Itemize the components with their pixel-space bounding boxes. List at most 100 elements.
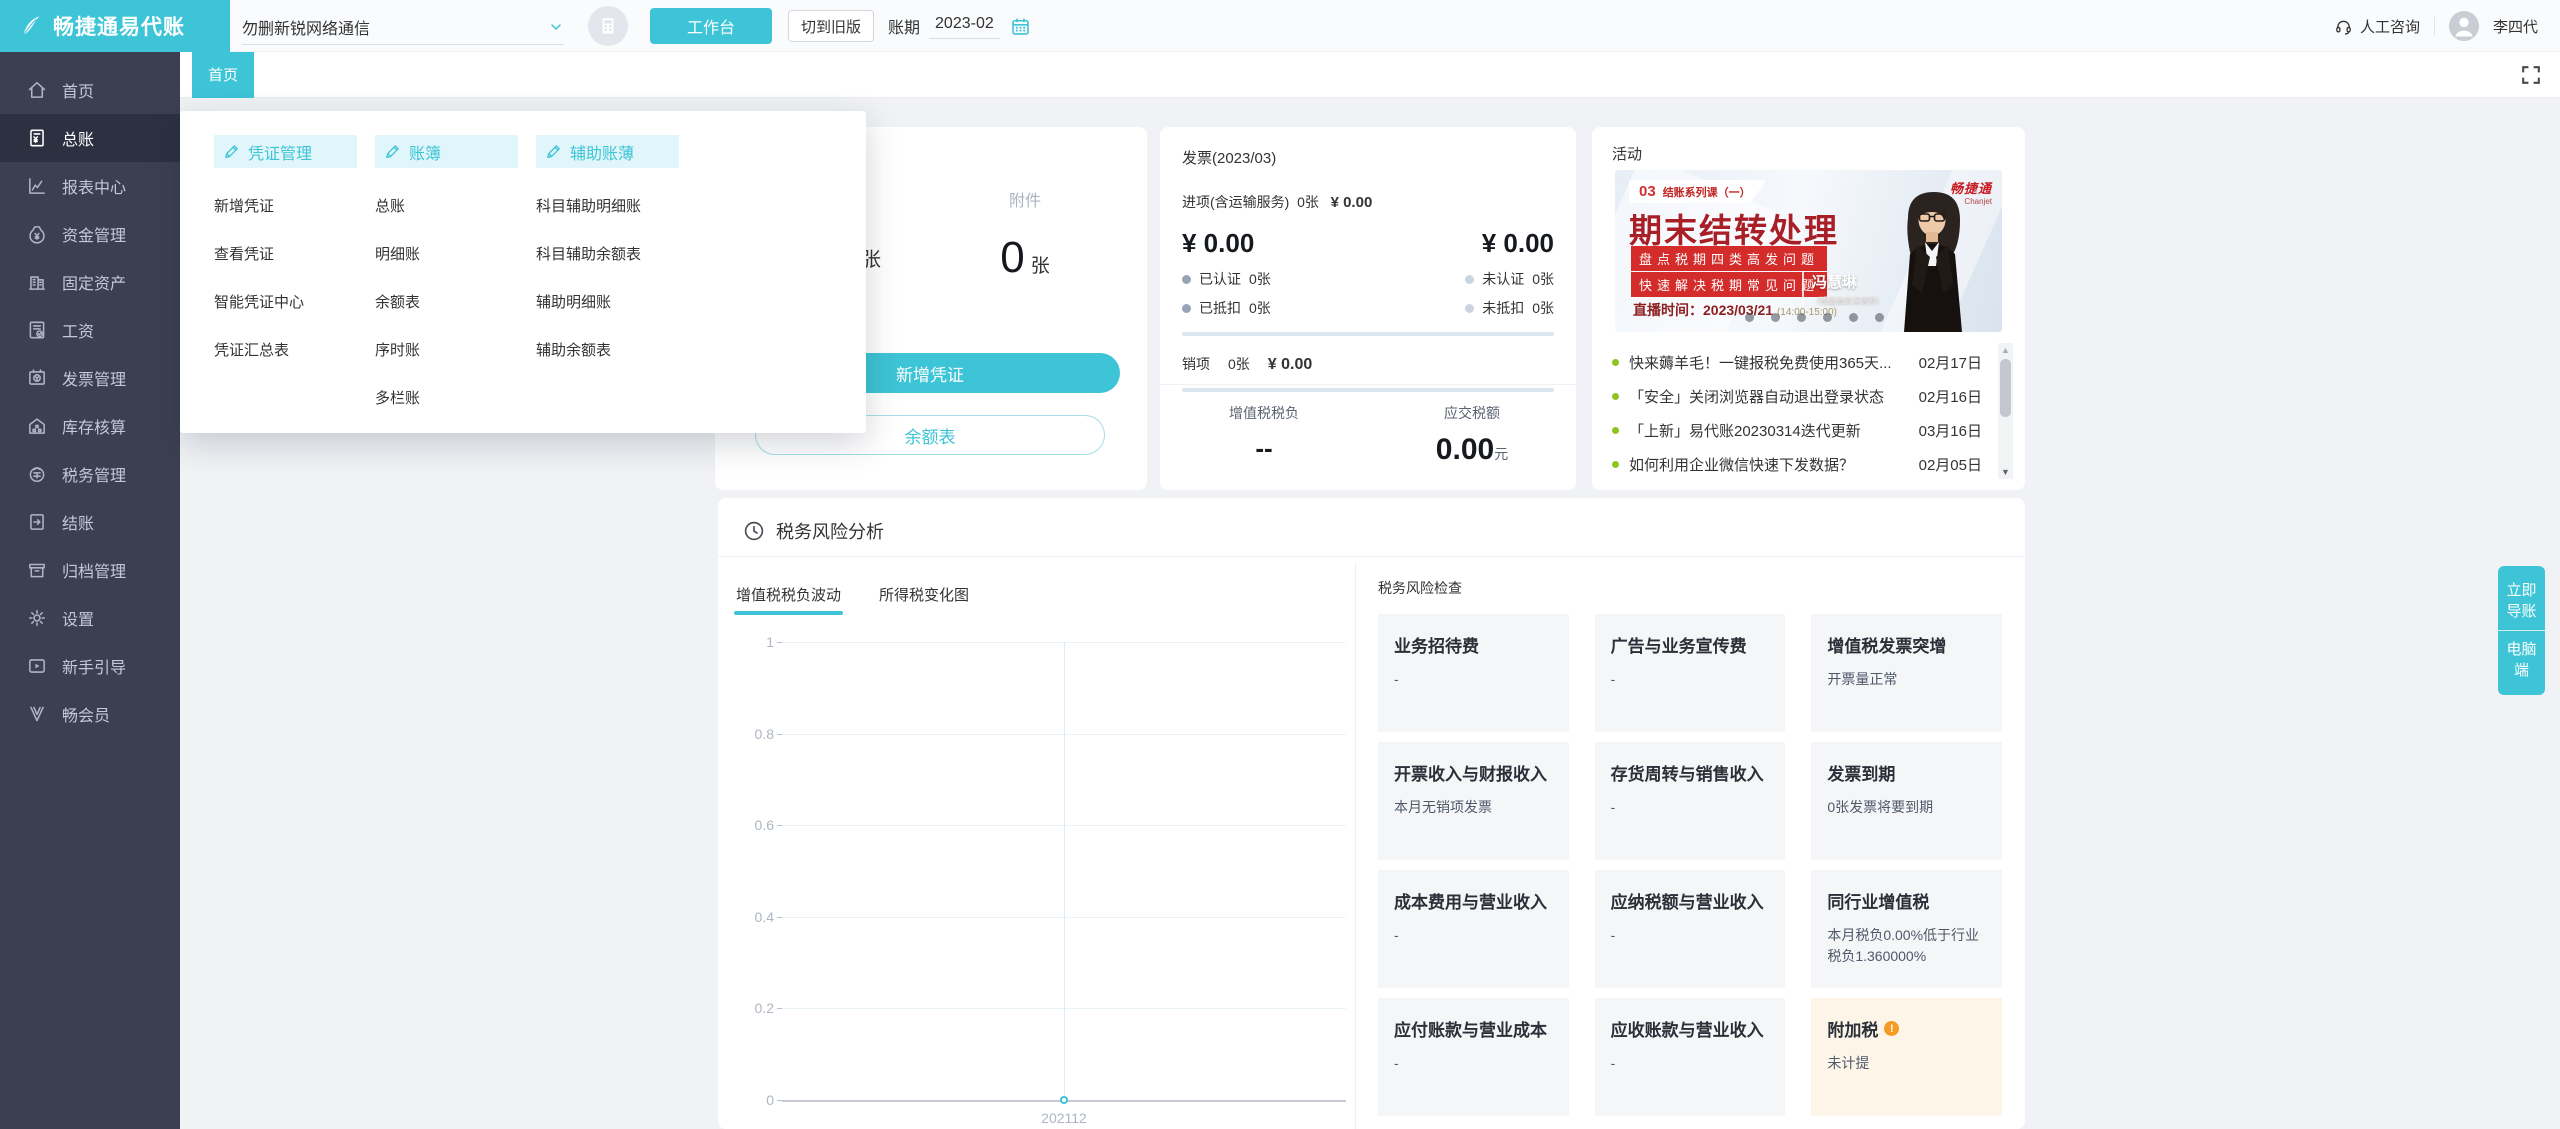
carousel-dot[interactable]	[1849, 313, 1858, 322]
carousel-dot[interactable]	[1823, 313, 1832, 322]
flyout-menu-item[interactable]: 新增凭证	[214, 195, 358, 216]
invoice-amounts: ¥ 0.00 ¥ 0.00	[1182, 228, 1554, 259]
workbench-button[interactable]: 工作台	[650, 8, 772, 44]
sidebar-item-8[interactable]: 库存核算	[0, 402, 180, 450]
sidebar-item-14[interactable]: 畅会员	[0, 690, 180, 738]
carousel-dot[interactable]	[1875, 313, 1884, 322]
flyout-menu-item[interactable]: 辅助明细账	[536, 291, 680, 312]
flyout-menu-item[interactable]: 智能凭证中心	[214, 291, 358, 312]
carousel-dot[interactable]	[1771, 313, 1780, 322]
topbar: 畅捷通易代账 勿删新锐网络通信 工作台 切到旧版 账期 2023-02 人工咨询…	[0, 0, 2560, 52]
accounting-period: 账期 2023-02	[888, 0, 1032, 52]
sidebar-item-2[interactable]: 总账	[0, 114, 181, 162]
news-bullet	[1612, 460, 1619, 468]
app-title: 畅捷通易代账	[53, 16, 185, 39]
sidebar-item-4[interactable]: 资金管理	[0, 210, 180, 258]
y-tick-label: 0.2	[754, 1000, 774, 1017]
speaker-name: 冯慧琳 （畅捷通资深讲师）	[1802, 271, 1884, 306]
data-point[interactable]	[1060, 1096, 1068, 1104]
company-selector[interactable]: 勿删新锐网络通信	[242, 9, 564, 45]
sidebar-item-5[interactable]: 固定资产	[0, 258, 180, 306]
news-item[interactable]: 快来薅羊毛！一键报税免费使用365天... 02月17日	[1612, 345, 1982, 379]
news-item[interactable]: 「安全」关闭浏览器自动退出登录状态 02月16日	[1612, 379, 1982, 413]
risk-chart-tab-2[interactable]: 所得税变化图	[879, 584, 969, 615]
scrollbar-thumb[interactable]	[2000, 359, 2011, 417]
risk-check-card[interactable]: 成本费用与营业收入 -	[1378, 870, 1569, 988]
risk-check-card[interactable]: 开票收入与财报收入 本月无销项发票	[1378, 742, 1569, 860]
activity-banner[interactable]: 03 结账系列课（一） 期末结转处理 盘点税期四类高发问题 快速解决税期常见问题…	[1615, 170, 2002, 332]
sidebar-item-7[interactable]: 发票管理	[0, 354, 180, 402]
divider	[2433, 17, 2435, 35]
avatar[interactable]	[2448, 11, 2479, 41]
risk-check-card[interactable]: 应收账款与营业收入 -	[1594, 998, 1786, 1116]
flyout-menu-item[interactable]: 科目辅助余额表	[536, 243, 680, 264]
risk-check-card[interactable]: 应纳税额与营业收入 -	[1594, 870, 1786, 988]
news-item[interactable]: 如何利用企业微信快速下发数据？ 02月05日	[1612, 447, 1982, 481]
sidebar-item-label: 税务管理	[62, 468, 127, 485]
pen-icon	[222, 142, 241, 161]
risk-chart-tab-1[interactable]: 增值税税负波动	[733, 584, 844, 615]
activity-title: 活动	[1612, 146, 1643, 163]
fullscreen-icon[interactable]	[2518, 62, 2544, 88]
scroll-down-icon[interactable]: ▼	[1998, 465, 2013, 479]
risk-check-card[interactable]: 同行业增值税 本月税负0.00%低于行业税负1.360000%	[1811, 870, 2002, 988]
flyout-menu-item[interactable]: 余额表	[375, 291, 519, 312]
sidebar-item-13[interactable]: 新手引导	[0, 642, 180, 690]
import-now-button[interactable]: 立即导账	[2498, 572, 2545, 630]
risk-check-card[interactable]: 附加税! 未计提	[1811, 998, 2002, 1116]
sidebar-item-label: 新手引导	[62, 660, 127, 677]
risk-check-card[interactable]: 存货周转与销售收入 -	[1594, 742, 1786, 860]
banner-title: 期末结转处理	[1629, 212, 1839, 249]
period-value[interactable]: 2023-02	[929, 13, 1000, 39]
y-tick-label: 0.4	[754, 908, 774, 925]
fund-icon	[26, 223, 48, 245]
carousel-dot[interactable]	[1745, 313, 1754, 322]
current-user[interactable]: 李四代	[2493, 16, 2538, 37]
tax-icon	[26, 463, 48, 485]
tax-payable-label: 应交税额	[1444, 405, 1500, 421]
app-root: 畅捷通易代账 勿删新锐网络通信 工作台 切到旧版 账期 2023-02 人工咨询…	[0, 0, 2560, 1129]
flyout-menu-item[interactable]: 明细账	[375, 243, 519, 264]
flyout-menu-item[interactable]: 多栏账	[375, 387, 519, 408]
sidebar-item-9[interactable]: 税务管理	[0, 450, 180, 498]
sidebar-item-3[interactable]: 报表中心	[0, 162, 180, 210]
flyout-menu-item[interactable]: 凭证汇总表	[214, 339, 358, 360]
sidebar-item-label: 归档管理	[62, 564, 127, 581]
news-item[interactable]: 「上新」易代账20230314迭代更新 03月16日	[1612, 413, 1982, 447]
switch-old-version-button[interactable]: 切到旧版	[788, 10, 874, 42]
support-label: 人工咨询	[2359, 18, 2420, 36]
guide-icon	[26, 655, 48, 677]
flyout-menu-item[interactable]: 总账	[375, 195, 519, 216]
news-scrollbar[interactable]: ▲ ▼	[1998, 343, 2013, 479]
y-tick-mark	[777, 1008, 782, 1010]
desktop-client-button[interactable]: 电脑端	[2498, 630, 2545, 689]
invoice-stats: 已认证 0张 已抵扣 0张 未认证 0张 未抵扣 0张	[1182, 269, 1554, 318]
carousel-dots[interactable]	[1745, 313, 1884, 322]
attachment-stat: 附件 0张	[955, 187, 1095, 283]
sidebar-item-1[interactable]: 首页	[0, 66, 180, 114]
flyout-menu-item[interactable]: 查看凭证	[214, 243, 358, 264]
risk-check-card[interactable]: 增值税发票突增 开票量正常	[1811, 614, 2002, 732]
sidebar-item-6[interactable]: 工资	[0, 306, 180, 354]
flyout-menu-item[interactable]: 辅助余额表	[536, 339, 680, 360]
risk-check-card[interactable]: 广告与业务宣传费 -	[1594, 614, 1786, 732]
carousel-dot[interactable]	[1797, 313, 1806, 322]
asset-icon	[26, 271, 48, 293]
divider	[1160, 384, 1576, 385]
flyout-menu-item[interactable]: 科目辅助明细账	[536, 195, 680, 216]
risk-check-card[interactable]: 发票到期 0张发票将要到期	[1811, 742, 2002, 860]
invoice-stat: 已抵扣 0张	[1182, 298, 1271, 318]
scroll-up-icon[interactable]: ▲	[1998, 343, 2013, 357]
risk-check-card[interactable]: 应付账款与营业成本 -	[1378, 998, 1569, 1116]
risk-check-card[interactable]: 业务招待费 -	[1378, 614, 1569, 732]
sidebar-item-10[interactable]: 结账	[0, 498, 180, 546]
divider	[718, 556, 2025, 557]
sidebar-item-label: 工资	[62, 324, 95, 341]
support-button[interactable]: 人工咨询	[2334, 16, 2420, 37]
sidebar-item-12[interactable]: 设置	[0, 594, 180, 642]
calendar-icon[interactable]	[1009, 15, 1032, 38]
calculator-button[interactable]	[588, 6, 628, 46]
tab-home[interactable]: 首页	[192, 51, 254, 98]
sidebar-item-11[interactable]: 归档管理	[0, 546, 180, 594]
flyout-menu-item[interactable]: 序时账	[375, 339, 519, 360]
